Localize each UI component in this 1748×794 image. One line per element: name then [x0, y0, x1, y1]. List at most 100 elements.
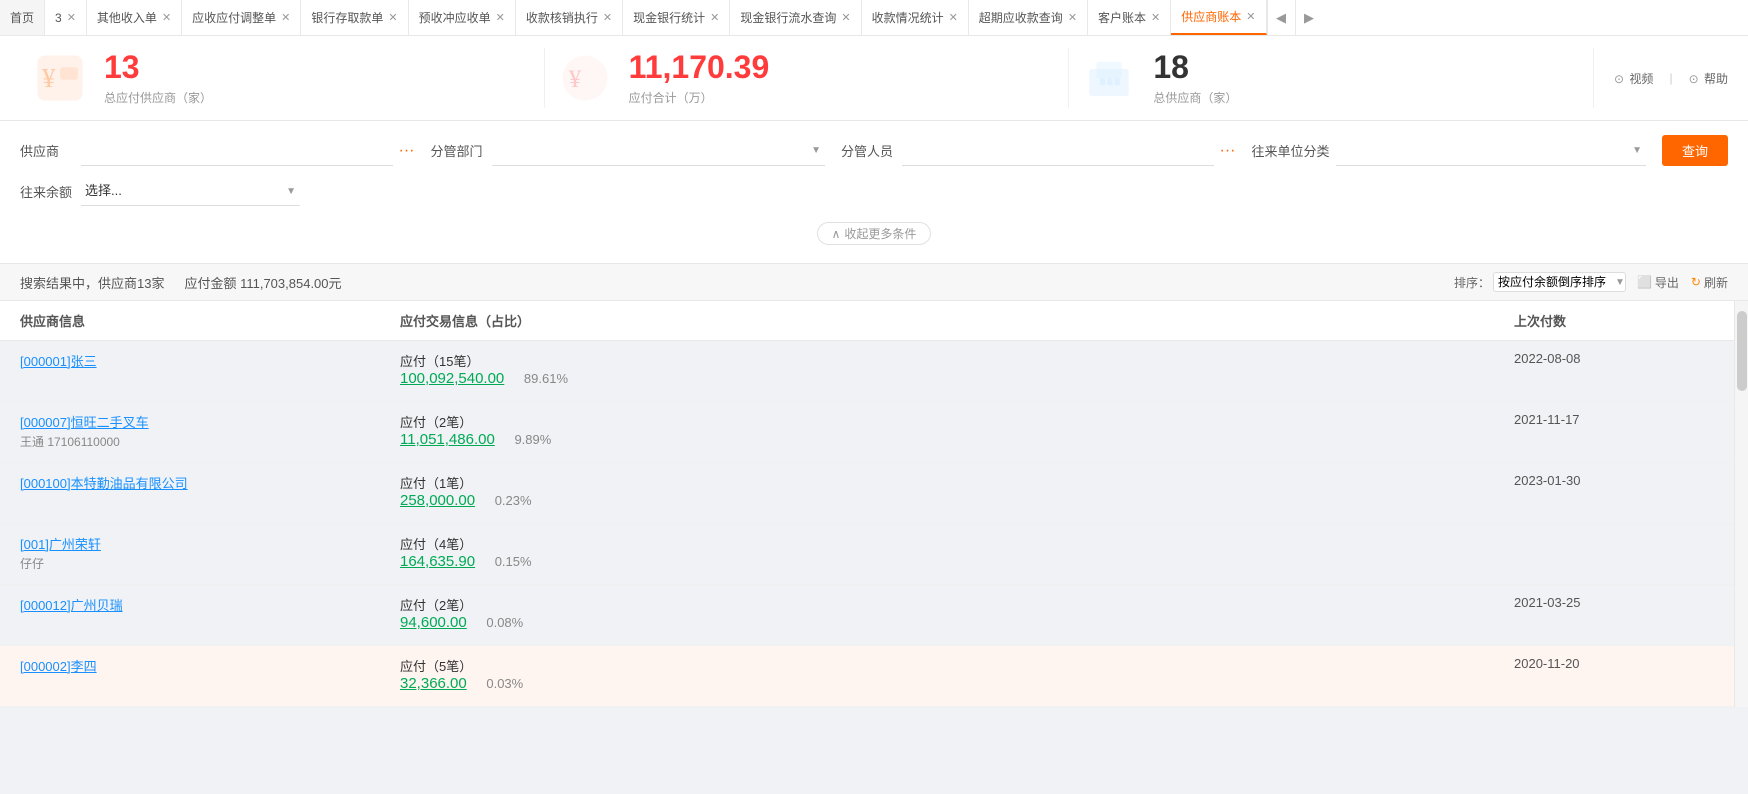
- supplier-info-3: [000100]本特勤油品有限公司: [20, 473, 400, 492]
- table-header: 供应商信息 应付交易信息（占比） 上次付数: [0, 301, 1734, 341]
- export-button[interactable]: ⬜ 导出: [1637, 274, 1679, 291]
- total-supplier-label: 总供应商（家）: [1153, 89, 1237, 106]
- tx-percent-3: 0.23%: [495, 493, 532, 508]
- amount-text: 应付金额 111,703,854.00元: [184, 273, 341, 292]
- chevron-up-icon: ∧: [832, 227, 841, 241]
- supplier-link-5[interactable]: [000012]广州贝瑞: [20, 595, 400, 614]
- transaction-info-6: 应付（5笔） 32,366.00 0.03%: [400, 656, 1514, 692]
- payable-supplier-label: 总应付供应商（家）: [104, 89, 212, 106]
- close-icon[interactable]: ✕: [281, 11, 290, 24]
- sort-select[interactable]: 按应付余额倒序排序: [1493, 272, 1626, 292]
- filter-person: 分管人员 ···: [841, 136, 1236, 166]
- supplier-payable-icon: ¥: [30, 48, 90, 108]
- supplier-filter-input[interactable]: [81, 136, 393, 166]
- summary-actions: ⊙ 视频 | ⊙ 帮助: [1594, 70, 1728, 87]
- supplier-link-2[interactable]: [000007]恒旺二手叉车: [20, 412, 400, 431]
- person-filter-label: 分管人员: [841, 141, 896, 160]
- filter-section: 供应商 ··· 分管部门 ▼ 分管人员 ··· 往来单位分类: [0, 121, 1748, 264]
- table-row: [000007]恒旺二手叉车 王通 17106110000 应付（2笔） 11,…: [0, 402, 1734, 463]
- nav-tab-overdue-ar[interactable]: 超期应收款查询 ✕: [969, 0, 1088, 35]
- supplier-link-3[interactable]: [000100]本特勤油品有限公司: [20, 473, 400, 492]
- lastpay-6: 2020-11-20: [1514, 656, 1714, 671]
- table-row: [000100]本特勤油品有限公司 应付（1笔） 258,000.00 0.23…: [0, 463, 1734, 524]
- filter-dept: 分管部门 ▼: [431, 136, 826, 166]
- close-icon[interactable]: ✕: [841, 11, 850, 24]
- supplier-link-1[interactable]: [000001]张三: [20, 351, 400, 370]
- nav-tab-other-income[interactable]: 其他收入单 ✕: [87, 0, 182, 35]
- table-row: [001]广州荣轩 仔仔 应付（4笔） 164,635.90 0.15%: [0, 524, 1734, 585]
- table-row: [000002]李四 应付（5笔） 32,366.00 0.03% 2020-1…: [0, 646, 1734, 707]
- balance-filter-select[interactable]: 选择...: [81, 176, 300, 206]
- help-link[interactable]: ⊙ 帮助: [1689, 70, 1728, 87]
- total-supplier-icon: [1079, 48, 1139, 108]
- supplier-info-6: [000002]李四: [20, 656, 400, 675]
- nav-tab-bank-deposit[interactable]: 银行存取款单 ✕: [301, 0, 408, 35]
- query-button[interactable]: 查询: [1662, 135, 1728, 166]
- tx-amount-2[interactable]: 11,051,486.00: [400, 431, 495, 448]
- tx-percent-2: 9.89%: [514, 432, 551, 447]
- tx-amount-5[interactable]: 94,600.00: [400, 614, 467, 631]
- nav-next-arrow[interactable]: ▶: [1295, 0, 1323, 35]
- filter-unit-class: 往来单位分类 ▼: [1252, 136, 1647, 166]
- dept-filter-select[interactable]: [492, 136, 826, 166]
- unit-class-label: 往来单位分类: [1252, 141, 1330, 160]
- nav-tab-supplier-ledger[interactable]: 供应商账本 ✕: [1171, 0, 1266, 35]
- payable-supplier-count: 13: [104, 50, 212, 85]
- tx-percent-5: 0.08%: [486, 615, 523, 630]
- supplier-link-4[interactable]: [001]广州荣轩: [20, 534, 400, 553]
- close-icon[interactable]: ✕: [710, 11, 719, 24]
- collapse-button[interactable]: ∧ 收起更多条件: [817, 222, 932, 245]
- supplier-info-2: [000007]恒旺二手叉车 王通 17106110000: [20, 412, 400, 450]
- scrollbar-thumb[interactable]: [1737, 311, 1747, 391]
- nav-tab-ar-ap-adjust[interactable]: 应收应付调整单 ✕: [182, 0, 301, 35]
- close-icon[interactable]: ✕: [162, 11, 171, 24]
- unit-class-select[interactable]: [1336, 136, 1646, 166]
- person-more-icon[interactable]: ···: [1220, 142, 1236, 160]
- close-icon[interactable]: ✕: [388, 11, 397, 24]
- video-link[interactable]: ⊙ 视频: [1614, 70, 1653, 87]
- col-header-lastpay: 上次付数: [1514, 311, 1714, 330]
- col-header-supplier: 供应商信息: [20, 311, 400, 330]
- tx-amount-3[interactable]: 258,000.00: [400, 492, 475, 509]
- tx-amount-1[interactable]: 100,092,540.00: [400, 370, 504, 387]
- nav-tab-home[interactable]: 首页: [0, 0, 45, 35]
- nav-tab-cash-bank-flow[interactable]: 现金银行流水查询 ✕: [730, 0, 861, 35]
- supplier-count-text: 搜索结果中，供应商13家: [20, 273, 164, 292]
- supplier-link-6[interactable]: [000002]李四: [20, 656, 400, 675]
- tx-label-3: 应付（1笔）: [400, 473, 1514, 492]
- close-icon[interactable]: ✕: [603, 11, 612, 24]
- filter-row-2: 往来余额 选择... ▼: [20, 176, 1728, 206]
- close-icon[interactable]: ✕: [1246, 10, 1255, 23]
- refresh-button[interactable]: ↻ 刷新: [1691, 274, 1728, 291]
- close-icon[interactable]: ✕: [67, 11, 76, 24]
- nav-tab-cash-bank-stat[interactable]: 现金银行统计 ✕: [623, 0, 730, 35]
- tx-amount-6[interactable]: 32,366.00: [400, 675, 467, 692]
- close-icon[interactable]: ✕: [496, 11, 505, 24]
- tx-percent-6: 0.03%: [486, 676, 523, 691]
- table-wrapper: 供应商信息 应付交易信息（占比） 上次付数 [000001]张三 应付（15笔）…: [0, 301, 1748, 707]
- transaction-info-1: 应付（15笔） 100,092,540.00 89.61%: [400, 351, 1514, 387]
- supplier-more-icon[interactable]: ···: [399, 142, 415, 160]
- nav-tab-3[interactable]: 3 ✕: [45, 0, 87, 35]
- table-row: [000001]张三 应付（15笔） 100,092,540.00 89.61%…: [0, 341, 1734, 402]
- nav-tab-receipt-stat[interactable]: 收款情况统计 ✕: [862, 0, 969, 35]
- supplier-info-4: [001]广州荣轩 仔仔: [20, 534, 400, 572]
- dept-filter-label: 分管部门: [431, 141, 486, 160]
- table-scrollbar[interactable]: [1734, 301, 1748, 707]
- nav-tab-prepay-offset[interactable]: 预收冲应收单 ✕: [409, 0, 516, 35]
- transaction-info-2: 应付（2笔） 11,051,486.00 9.89%: [400, 412, 1514, 448]
- close-icon[interactable]: ✕: [1068, 11, 1077, 24]
- person-filter-input[interactable]: [902, 136, 1214, 166]
- nav-tab-customer-ledger[interactable]: 客户账本 ✕: [1088, 0, 1171, 35]
- supplier-filter-label: 供应商: [20, 141, 75, 160]
- close-icon[interactable]: ✕: [1151, 11, 1160, 24]
- tx-amount-4[interactable]: 164,635.90: [400, 553, 475, 570]
- summary-bar: ¥ 13 总应付供应商（家） ¥ 11,170.39 应付合计（万）: [0, 36, 1748, 121]
- filter-supplier: 供应商 ···: [20, 136, 415, 166]
- close-icon[interactable]: ✕: [949, 11, 958, 24]
- result-bar: 搜索结果中，供应商13家 应付金额 111,703,854.00元 排序： 按应…: [0, 264, 1748, 301]
- nav-tab-payment-verify[interactable]: 收款核销执行 ✕: [516, 0, 623, 35]
- dept-select-wrap: ▼: [492, 136, 826, 166]
- nav-prev-arrow[interactable]: ◀: [1267, 0, 1295, 35]
- table-row: [000012]广州贝瑞 应付（2笔） 94,600.00 0.08% 2021…: [0, 585, 1734, 646]
